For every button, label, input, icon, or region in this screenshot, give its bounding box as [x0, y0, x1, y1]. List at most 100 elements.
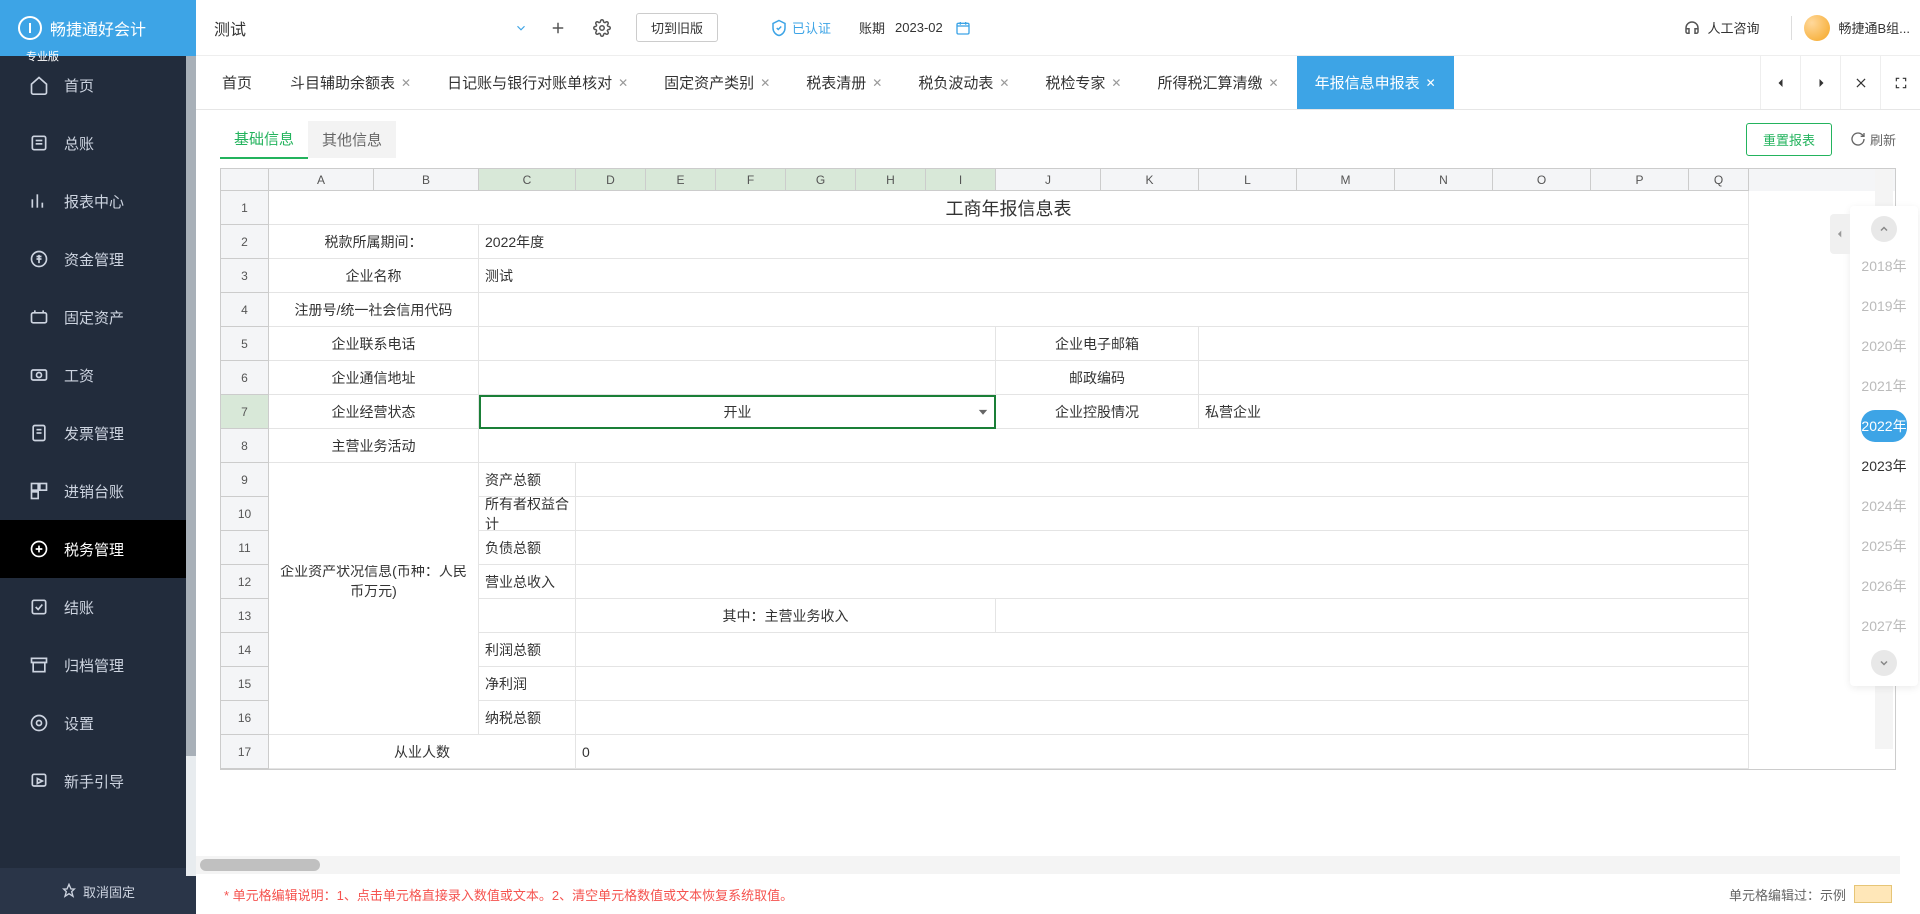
tab-6[interactable]: 所得税汇算清缴✕ [1139, 56, 1296, 109]
row-header-2[interactable]: 2 [221, 225, 269, 259]
r17-value[interactable]: 0 [576, 735, 1749, 769]
period-value[interactable]: 2023-02 [895, 20, 943, 35]
tab-close-4[interactable]: ✕ [999, 76, 1009, 90]
add-button[interactable] [540, 10, 576, 46]
sidebar-item-0[interactable]: 首页 [0, 56, 196, 114]
tabs-scroll-right[interactable] [1800, 56, 1840, 109]
col-header-E[interactable]: E [646, 169, 716, 191]
sidebar-item-10[interactable]: 归档管理 [0, 636, 196, 694]
col-header-G[interactable]: G [786, 169, 856, 191]
tab-2[interactable]: 固定资产类别✕ [646, 56, 788, 109]
col-header-B[interactable]: B [374, 169, 479, 191]
sidebar-item-2[interactable]: 报表中心 [0, 172, 196, 230]
sidebar-item-8[interactable]: 税务管理 [0, 520, 196, 578]
row-header-4[interactable]: 4 [221, 293, 269, 327]
col-header-M[interactable]: M [1297, 169, 1395, 191]
year-2019年[interactable]: 2019年 [1855, 286, 1912, 326]
sidebar-item-12[interactable]: 新手引导 [0, 752, 196, 810]
r5-value2[interactable] [1199, 327, 1749, 361]
row-header-1[interactable]: 1 [221, 191, 269, 225]
tab-close-3[interactable]: ✕ [872, 76, 882, 90]
col-header-O[interactable]: O [1493, 169, 1591, 191]
refresh-button[interactable]: 刷新 [1850, 130, 1896, 149]
calendar-button[interactable] [945, 10, 981, 46]
row-header-11[interactable]: 11 [221, 531, 269, 565]
col-header-P[interactable]: P [1591, 169, 1689, 191]
sidebar-item-11[interactable]: 设置 [0, 694, 196, 752]
subtab-other[interactable]: 其他信息 [308, 121, 396, 158]
username[interactable]: 畅捷通B组... [1838, 18, 1910, 37]
row-header-13[interactable]: 13 [221, 599, 269, 633]
col-header-N[interactable]: N [1395, 169, 1493, 191]
sidebar-item-5[interactable]: 工资 [0, 346, 196, 404]
sidebar-item-9[interactable]: 结账 [0, 578, 196, 636]
row-header-7[interactable]: 7 [221, 395, 269, 429]
row-header-5[interactable]: 5 [221, 327, 269, 361]
tab-close-6[interactable]: ✕ [1269, 76, 1279, 90]
row-header-8[interactable]: 8 [221, 429, 269, 463]
rail-collapse[interactable] [1830, 214, 1850, 254]
tab-1[interactable]: 日记账与银行对账单核对✕ [429, 56, 646, 109]
support-button[interactable]: 人工咨询 [1683, 18, 1759, 37]
sidebar-item-1[interactable]: 总账 [0, 114, 196, 172]
row-header-3[interactable]: 3 [221, 259, 269, 293]
tab-close-1[interactable]: ✕ [618, 76, 628, 90]
tabs-scroll-left[interactable] [1760, 56, 1800, 109]
tab-close-7[interactable]: ✕ [1426, 76, 1436, 90]
col-header-Q[interactable]: Q [1689, 169, 1749, 191]
tab-0[interactable]: 斗目辅助余额表✕ [272, 56, 429, 109]
r6-value[interactable] [479, 361, 996, 395]
tabs-close-all[interactable] [1840, 56, 1880, 109]
sidebar-item-6[interactable]: 发票管理 [0, 404, 196, 462]
year-2023年[interactable]: 2023年 [1855, 446, 1912, 486]
col-header-L[interactable]: L [1199, 169, 1297, 191]
col-header-K[interactable]: K [1101, 169, 1199, 191]
tab-7[interactable]: 年报信息申报表✕ [1297, 56, 1454, 109]
year-2026年[interactable]: 2026年 [1855, 566, 1912, 606]
row-header-15[interactable]: 15 [221, 667, 269, 701]
r8-value[interactable] [479, 429, 1749, 463]
year-2018年[interactable]: 2018年 [1855, 246, 1912, 286]
row-header-14[interactable]: 14 [221, 633, 269, 667]
unpin-button[interactable]: 取消固定 [0, 868, 196, 914]
col-header-I[interactable]: I [926, 169, 996, 191]
tabs-fullscreen[interactable] [1880, 56, 1920, 109]
sheet-hscrollbar[interactable] [196, 856, 1900, 874]
spreadsheet[interactable]: ABCDEFGHIJKLMNOPQ1工商年报信息表2税款所属期间：2022年度3… [220, 168, 1896, 770]
sidebar-item-7[interactable]: 进销台账 [0, 462, 196, 520]
year-scroll-up[interactable] [1871, 216, 1897, 242]
col-header-F[interactable]: F [716, 169, 786, 191]
tab-close-2[interactable]: ✕ [760, 76, 770, 90]
r3-value[interactable]: 测试 [479, 259, 1749, 293]
avatar[interactable] [1804, 15, 1830, 41]
tab-close-5[interactable]: ✕ [1111, 76, 1121, 90]
settings-button[interactable] [584, 10, 620, 46]
r7-value2[interactable]: 私营企业 [1199, 395, 1749, 429]
sidebar-item-3[interactable]: 资金管理 [0, 230, 196, 288]
sidebar-item-4[interactable]: 固定资产 [0, 288, 196, 346]
year-2027年[interactable]: 2027年 [1855, 606, 1912, 646]
tab-4[interactable]: 税负波动表✕ [900, 56, 1027, 109]
year-2020年[interactable]: 2020年 [1855, 326, 1912, 366]
year-2022年[interactable]: 2022年 [1861, 410, 1906, 442]
tab-5[interactable]: 税检专家✕ [1027, 56, 1139, 109]
company-selector[interactable]: 测试 [206, 11, 536, 45]
tab-3[interactable]: 税表清册✕ [788, 56, 900, 109]
verified-badge[interactable]: 已认证 [770, 18, 831, 37]
r7-value-dropdown[interactable]: 开业 [479, 395, 996, 429]
sidebar-scrollbar[interactable] [186, 56, 196, 876]
row-header-10[interactable]: 10 [221, 497, 269, 531]
row-header-16[interactable]: 16 [221, 701, 269, 735]
year-scroll-down[interactable] [1871, 650, 1897, 676]
switch-old-version-button[interactable]: 切到旧版 [636, 13, 718, 42]
tab-close-0[interactable]: ✕ [401, 76, 411, 90]
r4-value[interactable] [479, 293, 1749, 327]
row-header-17[interactable]: 17 [221, 735, 269, 769]
r2-value[interactable]: 2022年度 [479, 225, 1749, 259]
row-header-6[interactable]: 6 [221, 361, 269, 395]
year-2024年[interactable]: 2024年 [1855, 486, 1912, 526]
col-header-A[interactable]: A [269, 169, 374, 191]
subtab-basic[interactable]: 基础信息 [220, 120, 308, 159]
year-2021年[interactable]: 2021年 [1855, 366, 1912, 406]
col-header-J[interactable]: J [996, 169, 1101, 191]
